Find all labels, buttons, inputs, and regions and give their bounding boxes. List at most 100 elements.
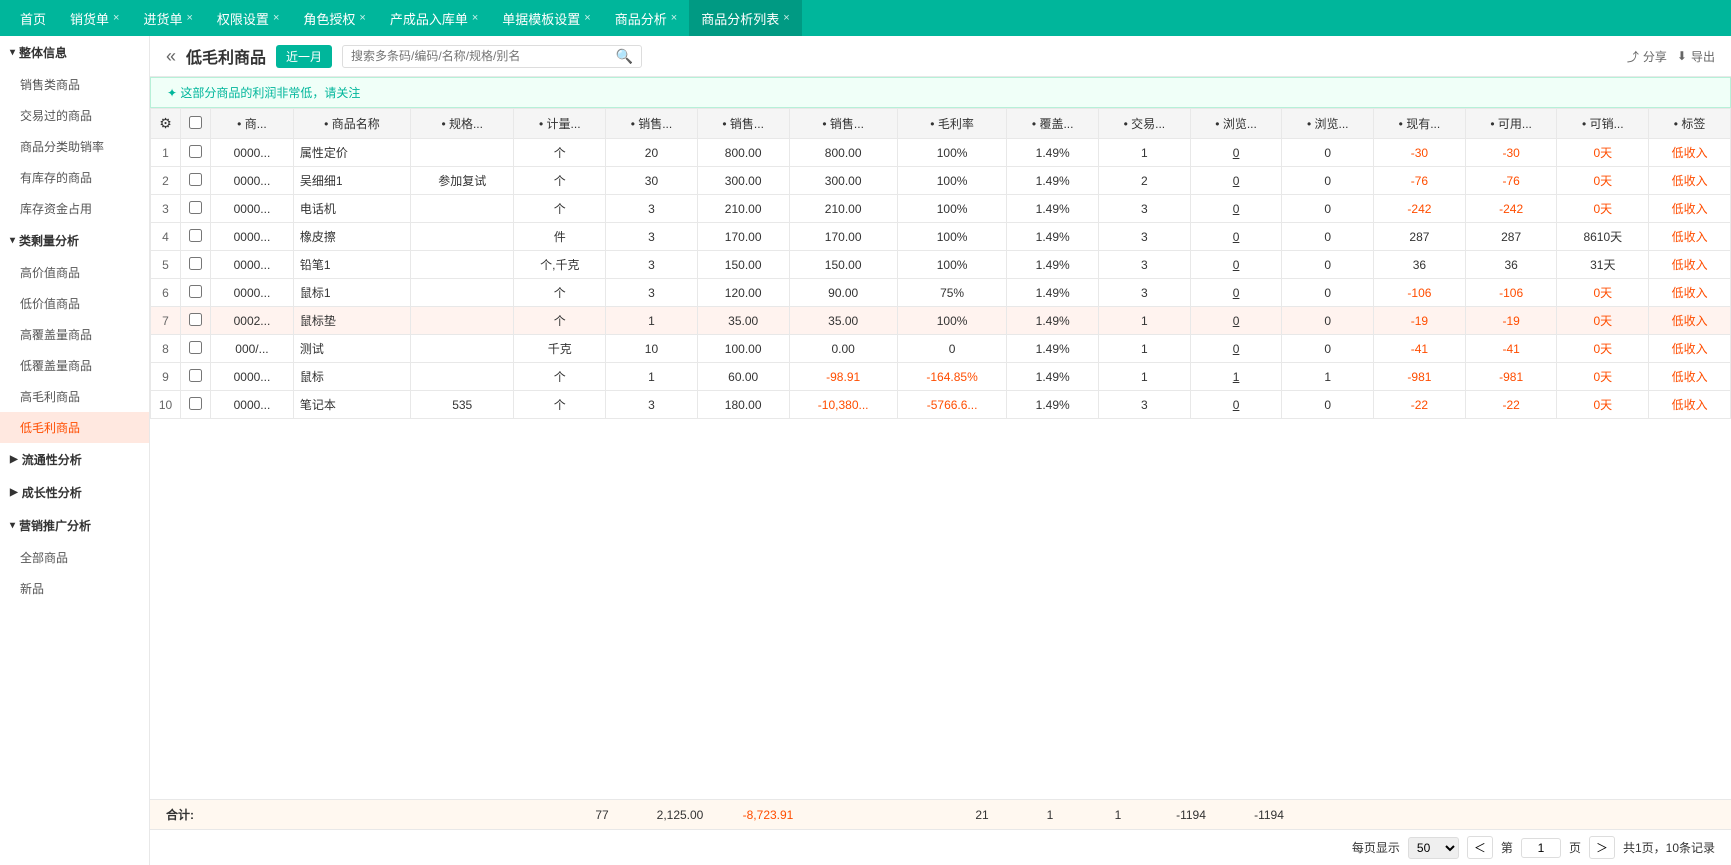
cell-name[interactable]: 铅笔1 (293, 251, 410, 279)
nav-item-sales[interactable]: 销货单 × (58, 0, 131, 36)
cell-browse1[interactable]: 0 (1190, 307, 1282, 335)
row-checkbox[interactable] (189, 285, 202, 298)
search-icon[interactable]: 🔍 (616, 48, 633, 65)
cell-checkbox[interactable] (181, 335, 211, 363)
cell-browse1[interactable]: 0 (1190, 139, 1282, 167)
col-header-current[interactable]: • 现有... (1374, 109, 1466, 139)
nav-close-roles[interactable]: × (359, 12, 365, 24)
nav-close-permissions[interactable]: × (273, 12, 279, 24)
cell-browse1[interactable]: 0 (1190, 391, 1282, 419)
sidebar-group-circulation[interactable]: ▶ 流通性分析 (0, 443, 149, 476)
row-checkbox[interactable] (189, 229, 202, 242)
cell-name[interactable]: 属性定价 (293, 139, 410, 167)
browse1-link[interactable]: 0 (1233, 314, 1240, 328)
nav-close-template[interactable]: × (584, 12, 590, 24)
sidebar-item-high-margin[interactable]: 高毛利商品 (0, 381, 149, 412)
cell-checkbox[interactable] (181, 139, 211, 167)
browse1-link[interactable]: 0 (1233, 258, 1240, 272)
sidebar-group-growth[interactable]: ▶ 成长性分析 (0, 476, 149, 509)
cell-checkbox[interactable] (181, 307, 211, 335)
nav-item-purchase[interactable]: 进货单 × (131, 0, 204, 36)
sidebar-item-sales-products[interactable]: 销售类商品 (0, 69, 149, 100)
col-header-sales-amount[interactable]: • 销售... (789, 109, 897, 139)
select-all-checkbox[interactable] (189, 116, 202, 129)
cell-name[interactable]: 笔记本 (293, 391, 410, 419)
col-header-available[interactable]: • 可用... (1465, 109, 1557, 139)
sidebar-item-low-value[interactable]: 低价值商品 (0, 288, 149, 319)
sidebar-item-high-value[interactable]: 高价值商品 (0, 257, 149, 288)
cell-name[interactable]: 吴细细1 (293, 167, 410, 195)
sidebar-group-marketing[interactable]: ▾ 营销推广分析 (0, 509, 149, 542)
row-checkbox[interactable] (189, 173, 202, 186)
cell-checkbox[interactable] (181, 279, 211, 307)
nav-item-home[interactable]: 首页 (8, 0, 58, 36)
nav-close-analysis[interactable]: × (671, 12, 677, 24)
sidebar-item-low-coverage[interactable]: 低覆盖量商品 (0, 350, 149, 381)
browse1-link[interactable]: 0 (1233, 146, 1240, 160)
next-page-btn[interactable]: ＞ (1589, 836, 1615, 859)
cell-checkbox[interactable] (181, 167, 211, 195)
row-checkbox[interactable] (189, 257, 202, 270)
cell-checkbox[interactable] (181, 251, 211, 279)
nav-close-analysis-list[interactable]: × (783, 12, 789, 24)
cell-browse1[interactable]: 0 (1190, 223, 1282, 251)
cell-name[interactable]: 鼠标 (293, 363, 410, 391)
cell-name[interactable]: 测试 (293, 335, 410, 363)
col-header-sales-qty[interactable]: • 销售... (606, 109, 698, 139)
nav-close-sales[interactable]: × (113, 12, 119, 24)
col-header-browse1[interactable]: • 浏览... (1190, 109, 1282, 139)
cell-checkbox[interactable] (181, 223, 211, 251)
sidebar-item-stock-capital[interactable]: 库存资金占用 (0, 193, 149, 224)
sidebar-item-all-products[interactable]: 全部商品 (0, 542, 149, 573)
cell-checkbox[interactable] (181, 363, 211, 391)
browse1-link[interactable]: 0 (1233, 342, 1240, 356)
nav-item-product-entry[interactable]: 产成品入库单 × (378, 0, 490, 36)
sidebar-group-overview[interactable]: ▾ 整体信息 (0, 36, 149, 69)
col-header-code[interactable]: • 商... (211, 109, 294, 139)
sidebar-collapse-btn[interactable]: « (166, 46, 176, 67)
browse1-link[interactable]: 0 (1233, 230, 1240, 244)
sidebar-item-category-rate[interactable]: 商品分类助销率 (0, 131, 149, 162)
cell-checkbox[interactable] (181, 195, 211, 223)
row-checkbox[interactable] (189, 397, 202, 410)
cell-browse1[interactable]: 0 (1190, 167, 1282, 195)
cell-name[interactable]: 电话机 (293, 195, 410, 223)
cell-name[interactable]: 鼠标1 (293, 279, 410, 307)
sidebar-group-surplus[interactable]: ▾ 类剩量分析 (0, 224, 149, 257)
share-btn[interactable]: ⤴ 分享 (1627, 48, 1667, 65)
col-header-spec[interactable]: • 规格... (411, 109, 514, 139)
browse1-link[interactable]: 0 (1233, 286, 1240, 300)
nav-close-product-entry[interactable]: × (472, 12, 478, 24)
col-header-saleable[interactable]: • 可销... (1557, 109, 1649, 139)
cell-name[interactable]: 橡皮擦 (293, 223, 410, 251)
col-header-unit[interactable]: • 计量... (514, 109, 606, 139)
row-checkbox[interactable] (189, 313, 202, 326)
search-input[interactable] (351, 49, 616, 63)
col-header-gear[interactable]: ⚙ (151, 109, 181, 139)
row-checkbox[interactable] (189, 201, 202, 214)
browse1-link[interactable]: 0 (1233, 174, 1240, 188)
cell-checkbox[interactable] (181, 391, 211, 419)
nav-item-roles[interactable]: 角色授权 × (291, 0, 377, 36)
nav-item-template[interactable]: 单据模板设置 × (490, 0, 602, 36)
col-header-gross-margin[interactable]: • 毛利率 (897, 109, 1007, 139)
col-header-browse2[interactable]: • 浏览... (1282, 109, 1374, 139)
nav-item-analysis[interactable]: 商品分析 × (603, 0, 689, 36)
cell-browse1[interactable]: 0 (1190, 279, 1282, 307)
col-header-tag[interactable]: • 标签 (1649, 109, 1731, 139)
nav-item-analysis-list[interactable]: 商品分析列表 × (689, 0, 801, 36)
cell-browse1[interactable]: 0 (1190, 335, 1282, 363)
page-size-select[interactable]: 50 100 200 (1408, 837, 1459, 859)
col-header-coverage[interactable]: • 覆盖... (1007, 109, 1099, 139)
cell-browse1[interactable]: 0 (1190, 251, 1282, 279)
sidebar-item-high-coverage[interactable]: 高覆盖量商品 (0, 319, 149, 350)
nav-item-permissions[interactable]: 权限设置 × (205, 0, 291, 36)
cell-browse1[interactable]: 1 (1190, 363, 1282, 391)
col-header-name[interactable]: • 商品名称 (293, 109, 410, 139)
cell-name[interactable]: 鼠标垫 (293, 307, 410, 335)
browse1-link[interactable]: 0 (1233, 202, 1240, 216)
sidebar-item-low-margin[interactable]: 低毛利商品 (0, 412, 149, 443)
col-header-trade[interactable]: • 交易... (1099, 109, 1191, 139)
col-header-sales-price[interactable]: • 销售... (697, 109, 789, 139)
browse1-link[interactable]: 1 (1233, 370, 1240, 384)
